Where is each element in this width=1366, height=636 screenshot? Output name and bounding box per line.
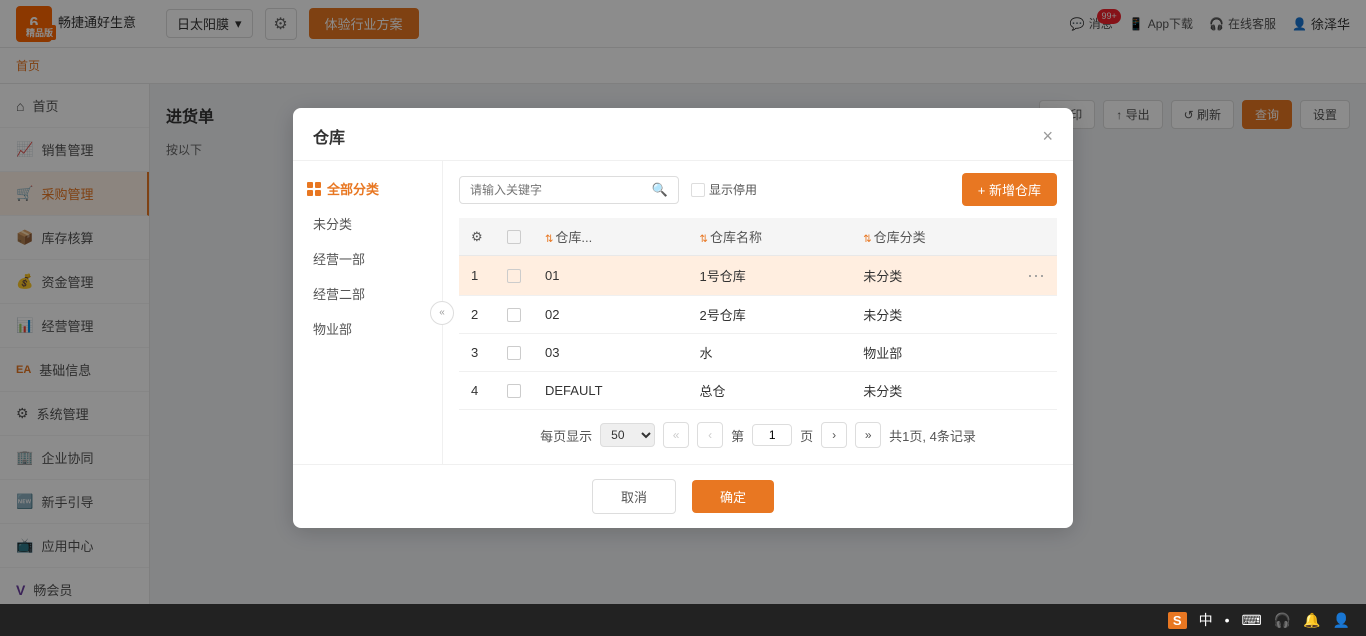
col-actions (1015, 218, 1057, 256)
table-header-row: ⚙ ⇅仓库... ⇅仓库名称 (459, 218, 1057, 256)
last-page-button[interactable]: » (855, 422, 881, 448)
row-more[interactable] (1015, 296, 1057, 334)
bottom-bar: S 中 • ⌨ 🎧 🔔 👤 (0, 604, 1366, 636)
category-item-property[interactable]: 物业部 (293, 311, 442, 346)
sort-icon-code: ⇅ (545, 234, 553, 245)
modal-title: 仓库 (313, 124, 345, 148)
search-input[interactable] (470, 183, 646, 197)
row-category: 未分类 (851, 256, 1015, 296)
modal-body: 全部分类 未分类 经营一部 经营二部 物业部 « 🔍 (293, 161, 1073, 464)
row-category: 未分类 (851, 372, 1015, 410)
prev-page-button[interactable]: ‹ (697, 422, 723, 448)
row-checkbox-cell (495, 372, 533, 410)
col-name[interactable]: ⇅仓库名称 (688, 218, 852, 256)
row-2-checkbox[interactable] (507, 308, 521, 322)
bottom-bell-icon[interactable]: 🔔 (1303, 612, 1320, 629)
row-more[interactable] (1015, 372, 1057, 410)
total-info: 共1页, 4条记录 (889, 426, 976, 445)
select-all-checkbox[interactable] (507, 230, 521, 244)
category-item-unclassified[interactable]: 未分类 (293, 206, 442, 241)
sort-icon-name: ⇅ (700, 234, 708, 245)
row-name: 2号仓库 (688, 296, 852, 334)
search-box: 🔍 (459, 176, 679, 204)
row-more[interactable]: ··· (1015, 256, 1057, 296)
row-index: 3 (459, 334, 495, 372)
cancel-button[interactable]: 取消 (592, 479, 676, 514)
per-page-select[interactable]: 50 20 100 (600, 423, 655, 447)
page-number-input[interactable] (752, 424, 792, 446)
row-name: 水 (688, 334, 852, 372)
row-name: 总仓 (688, 372, 852, 410)
table-panel: 🔍 显示停用 + 新增仓库 ⚙ (443, 161, 1073, 464)
show-disabled-label[interactable]: 显示停用 (691, 181, 757, 198)
col-gear[interactable]: ⚙ (459, 218, 495, 256)
bottom-headset-icon[interactable]: 🎧 (1274, 612, 1291, 629)
table-row[interactable]: 2 02 2号仓库 未分类 (459, 296, 1057, 334)
page-suffix: 页 (800, 426, 813, 445)
bottom-keyboard-icon[interactable]: ⌨ (1241, 612, 1261, 629)
row-category: 未分类 (851, 296, 1015, 334)
row-checkbox-cell (495, 296, 533, 334)
table-toolbar: 🔍 显示停用 + 新增仓库 (459, 173, 1057, 206)
bottom-user-icon[interactable]: 👤 (1333, 612, 1350, 629)
search-icon[interactable]: 🔍 (652, 182, 668, 198)
warehouse-modal: 仓库 × 全部分类 未分类 经营一部 经营二部 物业部 « (293, 108, 1073, 528)
modal-close-button[interactable]: × (1042, 127, 1053, 145)
per-page-label: 每页显示 (540, 426, 592, 445)
row-index: 4 (459, 372, 495, 410)
collapse-panel-button[interactable]: « (430, 301, 454, 325)
table-row[interactable]: 4 DEFAULT 总仓 未分类 (459, 372, 1057, 410)
sort-icon-category: ⇅ (863, 234, 871, 245)
table-row[interactable]: 1 01 1号仓库 未分类 ··· (459, 256, 1057, 296)
row-index: 1 (459, 256, 495, 296)
category-panel: 全部分类 未分类 经营一部 经营二部 物业部 « (293, 161, 443, 464)
next-page-button[interactable]: › (821, 422, 847, 448)
row-name: 1号仓库 (688, 256, 852, 296)
row-more[interactable] (1015, 334, 1057, 372)
modal-overlay: 仓库 × 全部分类 未分类 经营一部 经营二部 物业部 « (0, 0, 1366, 636)
table-container: ⚙ ⇅仓库... ⇅仓库名称 (459, 218, 1057, 410)
row-code: DEFAULT (533, 372, 688, 410)
pagination-row: 每页显示 50 20 100 « ‹ 第 页 › » 共1页, 4条记录 (459, 410, 1057, 452)
row-index: 2 (459, 296, 495, 334)
bottom-logo: S (1168, 612, 1187, 629)
modal-header: 仓库 × (293, 108, 1073, 161)
bottom-zh-icon[interactable]: 中 (1199, 610, 1213, 630)
category-header[interactable]: 全部分类 (293, 171, 442, 206)
col-category[interactable]: ⇅仓库分类 (851, 218, 1015, 256)
row-3-checkbox[interactable] (507, 346, 521, 360)
table-head: ⚙ ⇅仓库... ⇅仓库名称 (459, 218, 1057, 256)
col-checkbox (495, 218, 533, 256)
bottom-dot-icon: • (1225, 612, 1230, 628)
col-code[interactable]: ⇅仓库... (533, 218, 688, 256)
category-item-ops1[interactable]: 经营一部 (293, 241, 442, 276)
show-disabled-checkbox[interactable] (691, 183, 705, 197)
row-code: 01 (533, 256, 688, 296)
warehouse-table: ⚙ ⇅仓库... ⇅仓库名称 (459, 218, 1057, 410)
row-checkbox-cell (495, 334, 533, 372)
row-1-checkbox[interactable] (507, 269, 521, 283)
confirm-button[interactable]: 确定 (692, 480, 774, 513)
category-header-label: 全部分类 (327, 179, 379, 198)
row-category: 物业部 (851, 334, 1015, 372)
show-disabled-text: 显示停用 (709, 181, 757, 198)
row-4-checkbox[interactable] (507, 384, 521, 398)
row-code: 02 (533, 296, 688, 334)
bottom-logo-s: S (1168, 612, 1187, 629)
table-row[interactable]: 3 03 水 物业部 (459, 334, 1057, 372)
grid-icon (307, 182, 321, 196)
page-label: 第 (731, 426, 744, 445)
table-body: 1 01 1号仓库 未分类 ··· 2 (459, 256, 1057, 410)
add-warehouse-button[interactable]: + 新增仓库 (962, 173, 1057, 206)
row-code: 03 (533, 334, 688, 372)
category-item-ops2[interactable]: 经营二部 (293, 276, 442, 311)
row-checkbox-cell (495, 256, 533, 296)
modal-footer: 取消 确定 (293, 464, 1073, 528)
first-page-button[interactable]: « (663, 422, 689, 448)
